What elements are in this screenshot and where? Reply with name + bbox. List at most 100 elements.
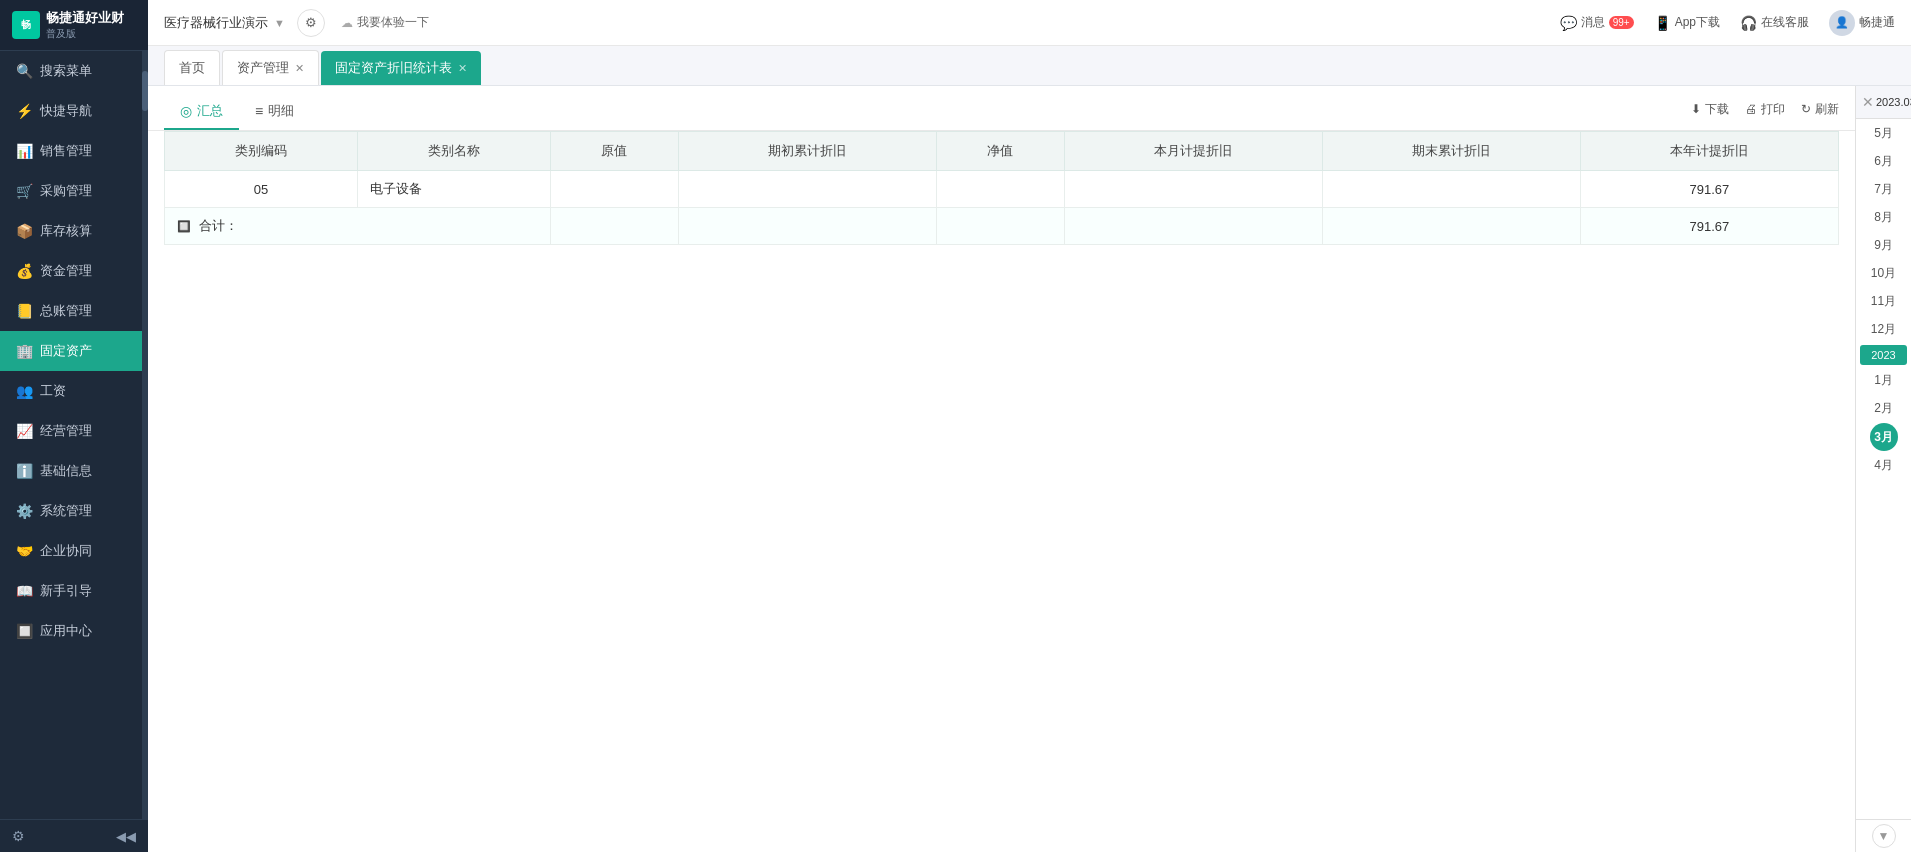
col-name: 类别名称	[357, 132, 550, 171]
sidebar-item-label: 基础信息	[40, 462, 92, 480]
inventory-icon: 📦	[16, 223, 32, 239]
date-month-2023-1[interactable]: 1月	[1860, 367, 1907, 394]
apps-icon: 🔲	[16, 623, 32, 639]
col-code: 类别编码	[165, 132, 358, 171]
total-label-cell: 🔲 合计：	[165, 208, 551, 245]
sidebar-item-quicknav[interactable]: ⚡ 快捷导航	[0, 91, 142, 131]
service-button[interactable]: 🎧 在线客服	[1740, 14, 1809, 31]
sidebar-item-basic[interactable]: ℹ️ 基础信息	[0, 451, 142, 491]
logo-main-text: 畅捷通好业财	[46, 10, 124, 27]
date-month-2023-2[interactable]: 2月	[1860, 395, 1907, 422]
sidebar: 畅 畅捷通好业财 普及版 🔍 搜索菜单 ⚡ 快捷导航 📊 销售管理 🛒 采购管理	[0, 0, 148, 852]
date-month-2023-4[interactable]: 4月	[1860, 452, 1907, 479]
date-month-10[interactable]: 10月	[1860, 260, 1907, 287]
date-month-2023-3[interactable]: 3月	[1870, 423, 1898, 451]
print-label: 打印	[1761, 101, 1785, 118]
date-month-6[interactable]: 6月	[1860, 148, 1907, 175]
total-monthly-dep	[1064, 208, 1322, 245]
date-month-9[interactable]: 9月	[1860, 232, 1907, 259]
logo-icon: 畅	[12, 11, 40, 39]
summary-icon: ◎	[180, 103, 192, 119]
col-net-value: 净值	[936, 132, 1064, 171]
message-badge: 99+	[1609, 16, 1634, 29]
sidebar-item-label: 系统管理	[40, 502, 92, 520]
table-total-row: 🔲 合计： 791.67	[165, 208, 1839, 245]
logo-sub-text: 普及版	[46, 27, 124, 40]
topbar-right: 💬 消息 99+ 📱 App下载 🎧 在线客服 👤 畅捷通	[1560, 10, 1895, 36]
sidebar-item-ledger[interactable]: 📒 总账管理	[0, 291, 142, 331]
user-menu[interactable]: 👤 畅捷通	[1829, 10, 1895, 36]
date-month-8[interactable]: 8月	[1860, 204, 1907, 231]
sidebar-settings-icon[interactable]: ⚙	[12, 828, 25, 844]
tabs-bar: 首页 资产管理 ✕ 固定资产折旧统计表 ✕	[148, 46, 1911, 86]
sidebar-item-label: 库存核算	[40, 222, 92, 240]
basic-icon: ℹ️	[16, 463, 32, 479]
tab-home[interactable]: 首页	[164, 50, 220, 85]
sidebar-item-apps[interactable]: 🔲 应用中心	[0, 611, 142, 651]
tab-depreciation-close-icon[interactable]: ✕	[458, 62, 467, 75]
sub-tabs: ◎ 汇总 ≡ 明细 ⬇ 下载 🖨 打印	[148, 86, 1855, 131]
settings-icon: ⚙	[305, 15, 317, 30]
sidebar-item-payroll[interactable]: 👥 工资	[0, 371, 142, 411]
date-panel-close-icon[interactable]: ✕	[1860, 94, 1876, 110]
message-button[interactable]: 💬 消息 99+	[1560, 14, 1634, 31]
sidebar-item-funds[interactable]: 💰 资金管理	[0, 251, 142, 291]
funds-icon: 💰	[16, 263, 32, 279]
date-month-12[interactable]: 12月	[1860, 316, 1907, 343]
cell-initial-dep	[678, 171, 936, 208]
fixed-icon: 🏢	[16, 343, 32, 359]
tab-depreciation-label: 固定资产折旧统计表	[335, 59, 452, 77]
sidebar-collapse-icon[interactable]: ◀◀	[116, 829, 136, 844]
sidebar-item-operations[interactable]: 📈 经营管理	[0, 411, 142, 451]
cell-net-value	[936, 171, 1064, 208]
refresh-button[interactable]: ↻ 刷新	[1801, 101, 1839, 118]
topbar-settings-button[interactable]: ⚙	[297, 9, 325, 37]
app-download-button[interactable]: 📱 App下载	[1654, 14, 1720, 31]
date-year-2023: 2023	[1860, 345, 1907, 365]
sidebar-item-guide[interactable]: 📖 新手引导	[0, 571, 142, 611]
sub-tab-summary[interactable]: ◎ 汇总	[164, 96, 239, 130]
sidebar-item-search[interactable]: 🔍 搜索菜单	[0, 51, 142, 91]
total-end-dep	[1322, 208, 1580, 245]
sidebar-item-purchase[interactable]: 🛒 采购管理	[0, 171, 142, 211]
sub-tab-detail[interactable]: ≡ 明细	[239, 96, 310, 130]
total-net-value	[936, 208, 1064, 245]
col-initial-dep: 期初累计折旧	[678, 132, 936, 171]
sidebar-scrollbar-thumb	[142, 71, 148, 111]
cell-end-dep	[1322, 171, 1580, 208]
date-month-7[interactable]: 7月	[1860, 176, 1907, 203]
topbar: 医疗器械行业演示 ▼ ⚙ ☁ 我要体验一下 💬 消息 99+ 📱 App下载 🎧…	[148, 0, 1911, 46]
avatar: 👤	[1829, 10, 1855, 36]
download-button[interactable]: ⬇ 下载	[1691, 101, 1729, 118]
message-label: 消息	[1581, 14, 1605, 31]
date-month-5[interactable]: 5月	[1860, 120, 1907, 147]
total-icon: 🔲	[177, 220, 191, 232]
sidebar-item-sales[interactable]: 📊 销售管理	[0, 131, 142, 171]
sidebar-item-fixed[interactable]: 🏢 固定资产	[0, 331, 142, 371]
date-month-11[interactable]: 11月	[1860, 288, 1907, 315]
print-button[interactable]: 🖨 打印	[1745, 101, 1785, 118]
tab-home-label: 首页	[179, 59, 205, 77]
total-annual-dep: 791.67	[1580, 208, 1838, 245]
sidebar-scrollbar[interactable]	[142, 51, 148, 819]
toolbar-area: ⬇ 下载 🖨 打印 ↻ 刷新	[1691, 101, 1839, 126]
tab-asset-mgmt[interactable]: 资产管理 ✕	[222, 50, 319, 85]
company-selector[interactable]: 医疗器械行业演示 ▼	[164, 14, 285, 32]
trial-label: 我要体验一下	[357, 14, 429, 31]
service-label: 在线客服	[1761, 14, 1809, 31]
operations-icon: 📈	[16, 423, 32, 439]
download-icon: ⬇	[1691, 102, 1701, 116]
tab-asset-mgmt-close-icon[interactable]: ✕	[295, 62, 304, 75]
sidebar-item-label: 应用中心	[40, 622, 92, 640]
sidebar-item-enterprise[interactable]: 🤝 企业协同	[0, 531, 142, 571]
detail-icon: ≡	[255, 103, 263, 119]
sidebar-item-system[interactable]: ⚙️ 系统管理	[0, 491, 142, 531]
sidebar-item-label: 资金管理	[40, 262, 92, 280]
date-panel-nav-icon[interactable]: ▼	[1872, 824, 1896, 848]
tab-depreciation[interactable]: 固定资产折旧统计表 ✕	[321, 51, 481, 85]
trial-button[interactable]: ☁ 我要体验一下	[341, 14, 429, 31]
date-panel-bottom: ▼	[1856, 819, 1911, 852]
service-icon: 🎧	[1740, 15, 1757, 31]
sidebar-item-inventory[interactable]: 📦 库存核算	[0, 211, 142, 251]
date-panel-list: 5月 6月 7月 8月 9月 10月 11月 12月 2023 1月 2月 3月…	[1856, 119, 1911, 819]
